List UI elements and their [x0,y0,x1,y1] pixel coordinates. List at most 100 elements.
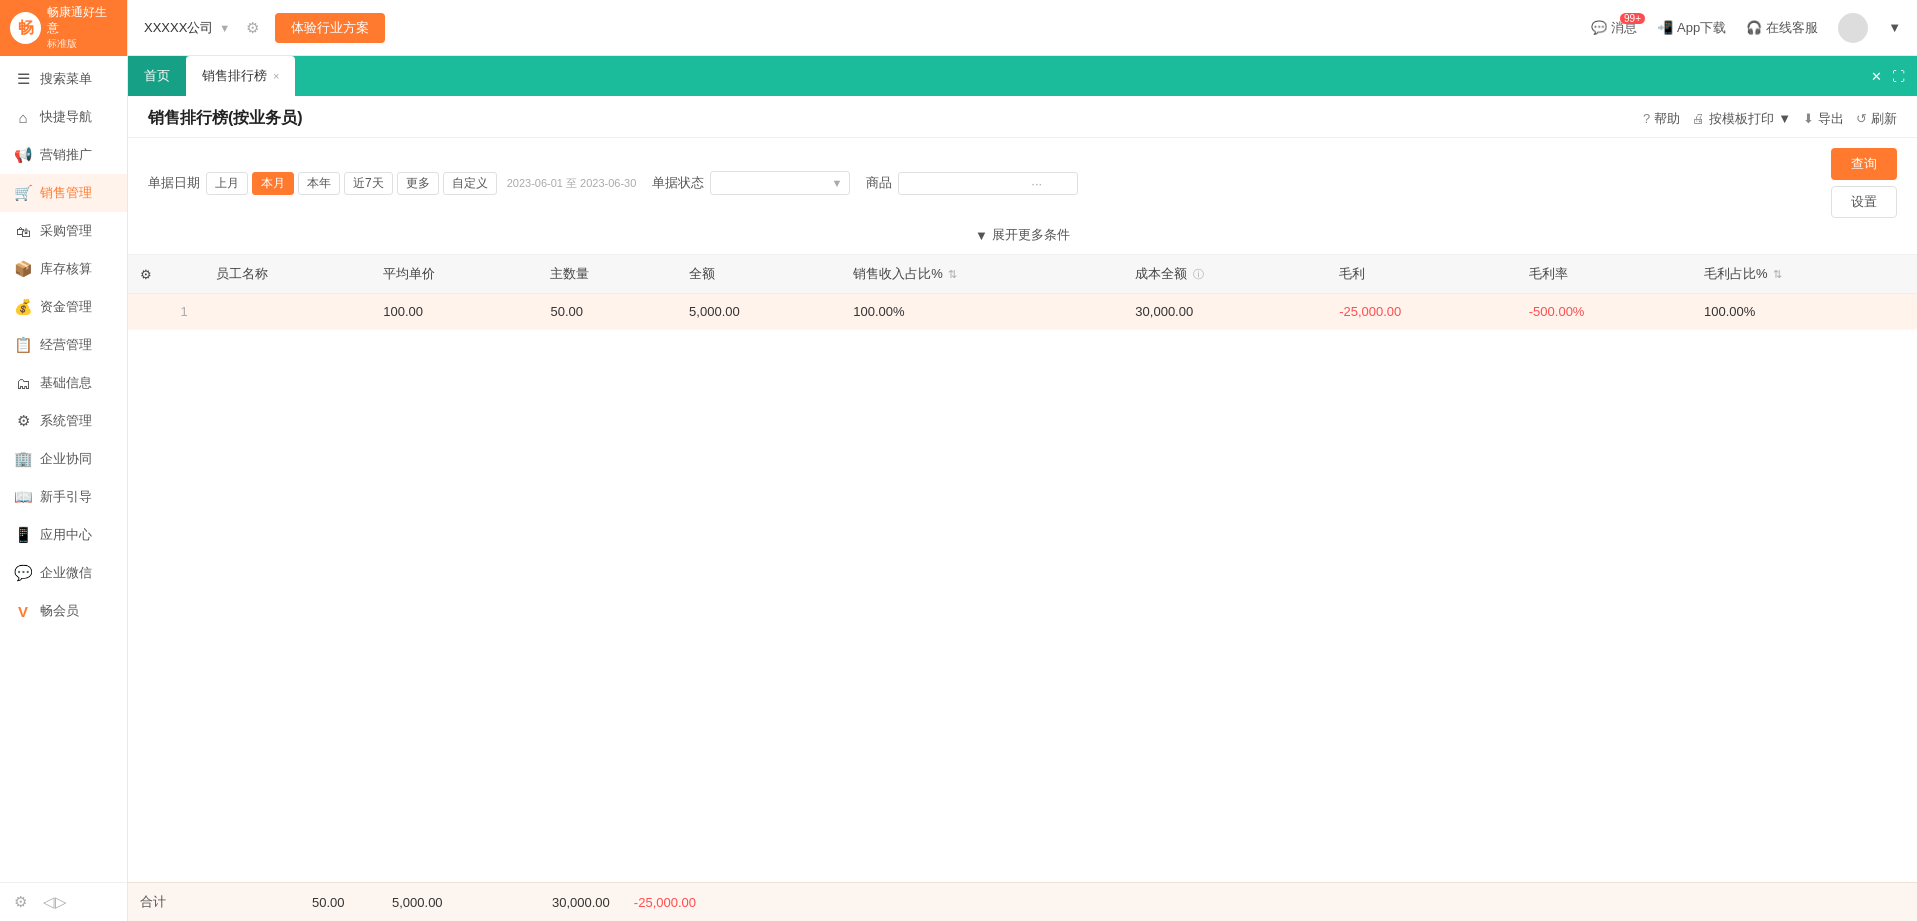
page-actions: ? 帮助 🖨 按模板打印 ▼ ⬇ 导出 ↺ 刷新 [1643,110,1897,128]
system-icon: ⚙ [14,412,32,430]
date-btn-last-month[interactable]: 上月 [206,172,248,195]
expand-more-label: 展开更多条件 [992,226,1070,244]
th-avg-price: 平均单价 [371,255,538,294]
app-download-icon: 📲 [1657,20,1673,35]
user-avatar[interactable] [1838,13,1868,43]
sidebar-item-sales[interactable]: 🛒 销售管理 [0,174,127,212]
goods-input-wrap: ··· [898,172,1078,195]
date-filter-label: 单据日期 [148,174,200,192]
sidebar-item-system[interactable]: ⚙ 系统管理 [0,402,127,440]
user-name[interactable]: ▼ [1888,20,1901,35]
td-gross: -25,000.00 [1327,294,1517,330]
message-btn[interactable]: 💬 消息 99+ [1591,19,1637,37]
status-select[interactable] [710,171,850,195]
sales-icon: 🛒 [14,184,32,202]
settings-bottom-icon[interactable]: ⚙ [14,893,27,911]
query-button[interactable]: 查询 [1831,148,1897,180]
goods-filter-field: 商品 ··· [866,172,1078,195]
sidebar-item-inventory[interactable]: 📦 库存核算 [0,250,127,288]
th-amount: 全额 [677,255,841,294]
sidebar-item-marketing[interactable]: 📢 营销推广 [0,136,127,174]
date-btn-this-year[interactable]: 本年 [298,172,340,195]
sidebar-item-finance[interactable]: 💰 资金管理 [0,288,127,326]
company-arrow-icon: ▼ [219,22,230,34]
td-qty: 50.00 [538,294,677,330]
table-header-row: ⚙ 员工名称 平均单价 主数量 全额 销售收入占比% ⇅ 成本全额 [128,255,1917,294]
date-btn-this-month-active[interactable]: 本月 [252,172,294,195]
sidebar-item-apps[interactable]: 📱 应用中心 [0,516,127,554]
date-buttons: 上月 本月 本月 本年 近7天 更多 自定义 [206,172,497,195]
sales-table: ⚙ 员工名称 平均单价 主数量 全额 销售收入占比% ⇅ 成本全额 [128,255,1917,330]
table-row: 1 100.00 50.00 5,000.00 100.00% 30,000.0… [128,294,1917,330]
status-filter-label: 单据状态 [652,174,704,192]
td-gross-ratio: 100.00% [1692,294,1917,330]
cost-info-icon[interactable]: ⓘ [1193,268,1204,280]
tab-restore-icon[interactable]: ⛶ [1892,69,1905,84]
wechat-icon: 💬 [14,564,32,582]
tab-home[interactable]: 首页 [128,56,186,96]
date-btn-7days[interactable]: 近7天 [344,172,393,195]
export-btn[interactable]: ⬇ 导出 [1803,110,1844,128]
th-gear: ⚙ [128,255,164,294]
page-title: 销售排行榜(按业务员) [148,108,303,129]
topbar-settings-icon[interactable]: ⚙ [246,19,259,37]
sidebar-item-shortcut[interactable]: ⌂ 快捷导航 [0,98,127,136]
help-icon: ? [1643,111,1650,126]
sidebar-item-operation[interactable]: 📋 经营管理 [0,326,127,364]
online-service-btn[interactable]: 🎧 在线客服 [1746,19,1818,37]
app-logo: 畅 畅康通好生意 标准版 [0,0,127,56]
th-employee-name: 员工名称 [204,255,371,294]
sales-ratio-sort-icon[interactable]: ⇅ [948,268,957,280]
date-btn-more[interactable]: 更多 [397,172,439,195]
inventory-icon: 📦 [14,260,32,278]
gear-icon[interactable]: ⚙ [140,267,152,282]
sidebar-bottom: ⚙ ◁▷ [0,882,127,921]
td-amount: 5,000.00 [677,294,841,330]
td-avg-price: 100.00 [371,294,538,330]
logo-icon: 畅 [10,12,41,44]
basic-icon: 🗂 [14,375,32,392]
td-cost: 30,000.00 [1123,294,1327,330]
tab-sales-ranking[interactable]: 销售排行榜 × [186,56,295,96]
sidebar-item-search[interactable]: ☰ 搜索菜单 [0,60,127,98]
collapse-icon[interactable]: ◁▷ [43,893,67,911]
tab-close-window-icon[interactable]: ✕ [1871,69,1882,84]
status-filter-field: 单据状态 ▼ [652,171,850,195]
settings-button[interactable]: 设置 [1831,186,1897,218]
trial-button[interactable]: 体验行业方案 [275,13,385,43]
td-gross-rate: -500.00% [1517,294,1692,330]
app-download-label: App下载 [1677,19,1726,37]
td-sales-ratio: 100.00% [841,294,1123,330]
template-print-btn[interactable]: 🖨 按模板打印 ▼ [1692,110,1791,128]
goods-dots[interactable]: ··· [1031,176,1042,191]
tab-close-icon[interactable]: × [273,70,279,82]
logo-text: 畅康通好生意 标准版 [47,5,117,50]
member-icon: V [14,603,32,620]
sidebar-item-wechat[interactable]: 💬 企业微信 [0,554,127,592]
sidebar-item-purchase[interactable]: 🛍 采购管理 [0,212,127,250]
company-selector[interactable]: XXXXX公司 ▼ [144,19,230,37]
sidebar-item-member[interactable]: V 畅会员 [0,592,127,630]
help-btn[interactable]: ? 帮助 [1643,110,1680,128]
gross-ratio-sort-icon[interactable]: ⇅ [1773,268,1782,280]
enterprise-icon: 🏢 [14,450,32,468]
date-btn-custom[interactable]: 自定义 [443,172,497,195]
td-gear [128,294,164,330]
sidebar-item-basic[interactable]: 🗂 基础信息 [0,364,127,402]
sidebar-item-enterprise[interactable]: 🏢 企业协同 [0,440,127,478]
headset-icon: 🎧 [1746,20,1762,35]
th-qty: 主数量 [538,255,677,294]
filter-action-group: 查询 设置 [1831,148,1897,218]
th-gross: 毛利 [1327,255,1517,294]
app-download-btn[interactable]: 📲 App下载 [1657,19,1726,37]
expand-more-btn[interactable]: ▼ 展开更多条件 [148,226,1897,244]
sidebar-nav: ☰ 搜索菜单 ⌂ 快捷导航 📢 营销推广 🛒 销售管理 🛍 采购管理 📦 库存核… [0,56,127,882]
sidebar-item-guide[interactable]: 📖 新手引导 [0,478,127,516]
refresh-btn[interactable]: ↺ 刷新 [1856,110,1897,128]
content-area: 销售排行榜(按业务员) ? 帮助 🖨 按模板打印 ▼ ⬇ 导出 ↺ 刷新 [128,96,1917,921]
goods-input[interactable] [907,176,1027,190]
table-footer: 合计 50.00 5,000.00 30,000.00 -25,000.00 [128,882,1917,921]
topbar: XXXXX公司 ▼ ⚙ 体验行业方案 💬 消息 99+ 📲 App下载 🎧 在线… [128,0,1917,56]
home-icon: ⌂ [14,109,32,126]
td-rank: 1 [164,294,204,330]
